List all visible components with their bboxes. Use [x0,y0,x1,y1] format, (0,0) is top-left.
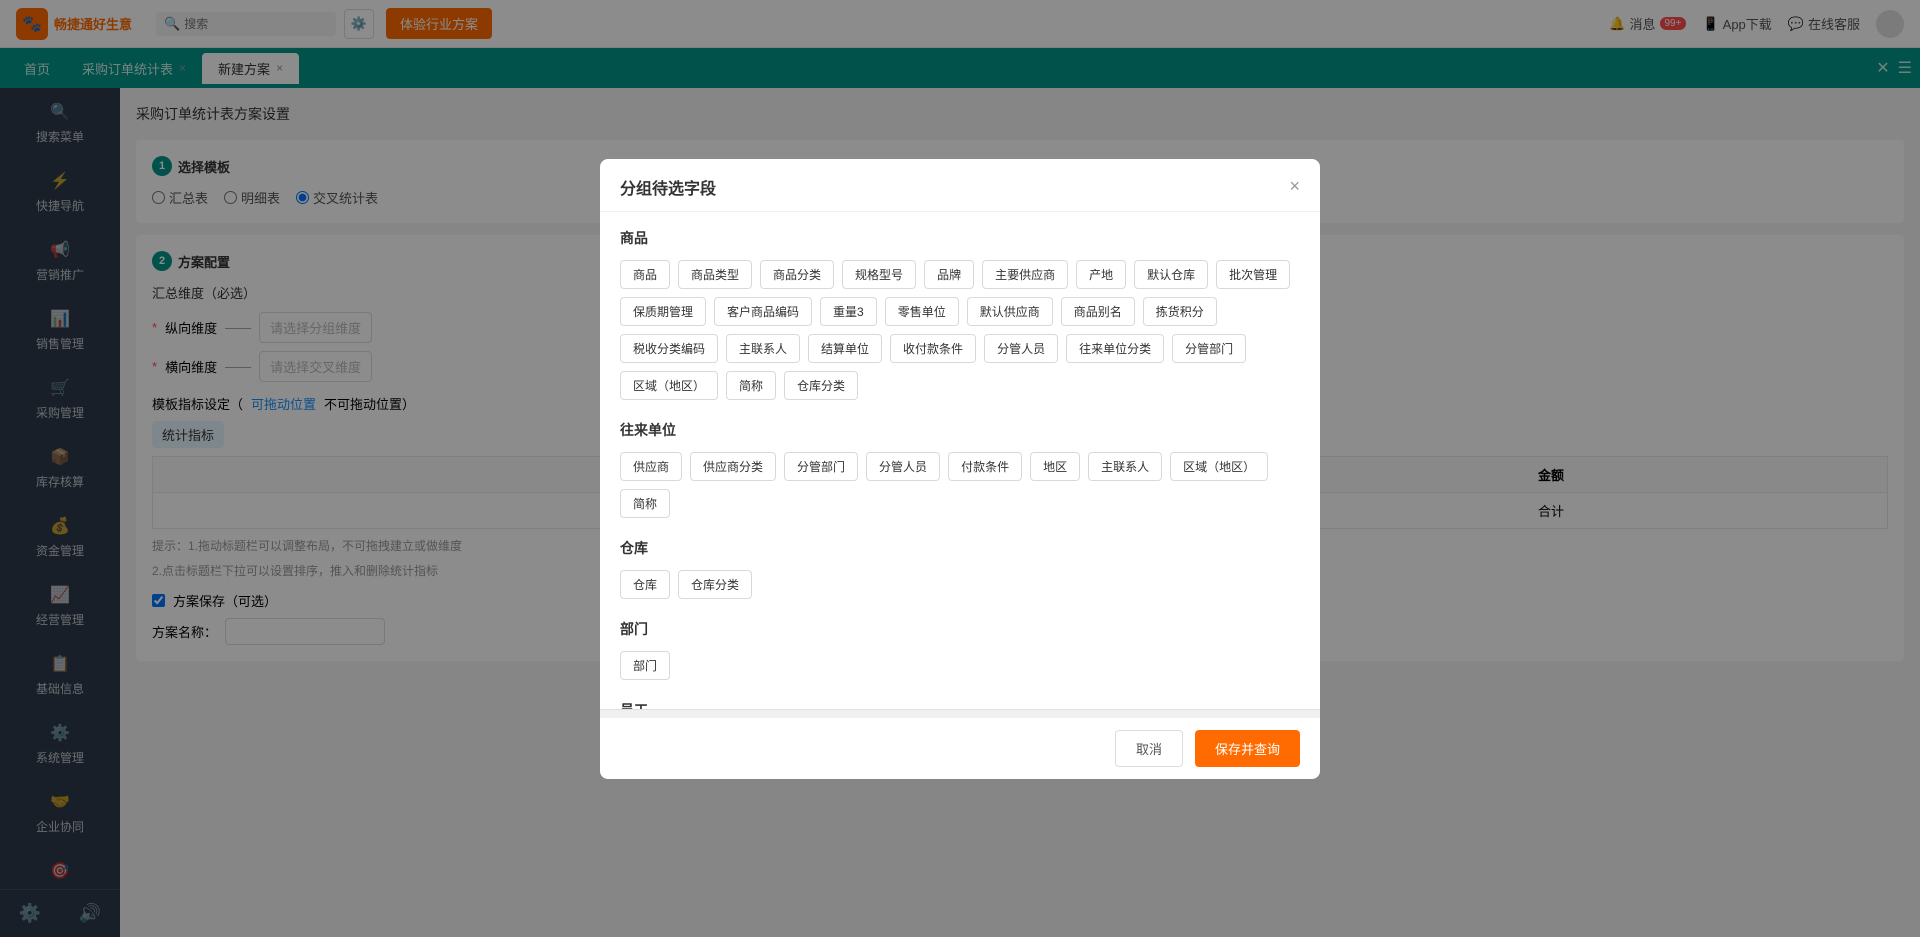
tag-short-name2[interactable]: 简称 [620,489,670,518]
tag-warehouse-category[interactable]: 仓库分类 [784,371,858,400]
section-department-title: 部门 [620,619,1300,639]
tag-manager2[interactable]: 分管人员 [866,452,940,481]
tag-default-supplier[interactable]: 默认供应商 [967,297,1053,326]
dialog-header: 分组待选字段 × [600,159,1320,212]
section-employee: 员工 业务员 [620,700,1300,710]
dialog-body: 商品 商品 商品类型 商品分类 规格型号 品牌 主要供应商 产地 默认仓库 批次… [600,212,1320,710]
tag-customer-code[interactable]: 客户商品编码 [714,297,812,326]
tag-main-contact2[interactable]: 主联系人 [1088,452,1162,481]
dialog-hscroll[interactable] [600,709,1320,716]
tag-manager[interactable]: 分管人员 [984,334,1058,363]
dialog-footer: 取消 保存并查询 [600,717,1320,779]
tag-dept[interactable]: 部门 [620,651,670,680]
dialog-close-button[interactable]: × [1289,176,1300,197]
tag-product[interactable]: 商品 [620,260,670,289]
section-counterparty-tags: 供应商 供应商分类 分管部门 分管人员 付款条件 地区 主联系人 区域（地区） … [620,452,1300,518]
tag-expiry-mgmt[interactable]: 保质期管理 [620,297,706,326]
section-employee-title: 员工 [620,700,1300,710]
tag-weight[interactable]: 重量3 [820,297,877,326]
tag-settlement-unit[interactable]: 结算单位 [808,334,882,363]
tag-payment-terms[interactable]: 收付款条件 [890,334,976,363]
tag-product-type[interactable]: 商品类型 [678,260,752,289]
tag-tax-code[interactable]: 税收分类编码 [620,334,718,363]
section-counterparty: 往来单位 供应商 供应商分类 分管部门 分管人员 付款条件 地区 主联系人 区域… [620,420,1300,518]
tag-spec-model[interactable]: 规格型号 [842,260,916,289]
section-product-title: 商品 [620,228,1300,248]
tag-brand[interactable]: 品牌 [924,260,974,289]
cancel-button[interactable]: 取消 [1115,730,1183,767]
tag-default-warehouse[interactable]: 默认仓库 [1134,260,1208,289]
tag-batch-mgmt[interactable]: 批次管理 [1216,260,1290,289]
tag-area[interactable]: 地区 [1030,452,1080,481]
tag-dept-manage2[interactable]: 分管部门 [784,452,858,481]
section-counterparty-title: 往来单位 [620,420,1300,440]
tag-main-supplier[interactable]: 主要供应商 [982,260,1068,289]
dialog-title: 分组待选字段 [620,175,716,199]
tag-supplier[interactable]: 供应商 [620,452,682,481]
section-warehouse: 仓库 仓库 仓库分类 [620,538,1300,599]
tag-product-category[interactable]: 商品分类 [760,260,834,289]
tag-supplier-category[interactable]: 供应商分类 [690,452,776,481]
field-select-dialog: 分组待选字段 × 商品 商品 商品类型 商品分类 规格型号 品牌 主要供应商 产… [600,159,1320,779]
tag-product-alias[interactable]: 商品别名 [1061,297,1135,326]
tag-warehouse-cat[interactable]: 仓库分类 [678,570,752,599]
tag-region-area[interactable]: 区域（地区） [620,371,718,400]
tag-dept-manage[interactable]: 分管部门 [1172,334,1246,363]
tag-retail-unit[interactable]: 零售单位 [885,297,959,326]
tag-main-contact[interactable]: 主联系人 [726,334,800,363]
section-warehouse-tags: 仓库 仓库分类 [620,570,1300,599]
tag-pick-points[interactable]: 拣货积分 [1143,297,1217,326]
section-warehouse-title: 仓库 [620,538,1300,558]
tag-counterparty-category[interactable]: 往来单位分类 [1066,334,1164,363]
tag-region-area2[interactable]: 区域（地区） [1170,452,1268,481]
section-product: 商品 商品 商品类型 商品分类 规格型号 品牌 主要供应商 产地 默认仓库 批次… [620,228,1300,400]
tag-origin[interactable]: 产地 [1076,260,1126,289]
section-product-tags: 商品 商品类型 商品分类 规格型号 品牌 主要供应商 产地 默认仓库 批次管理 … [620,260,1300,400]
tag-payment-condition[interactable]: 付款条件 [948,452,1022,481]
section-department-tags: 部门 [620,651,1300,680]
tag-warehouse[interactable]: 仓库 [620,570,670,599]
confirm-button[interactable]: 保存并查询 [1195,730,1300,767]
section-department: 部门 部门 [620,619,1300,680]
tag-short-name[interactable]: 简称 [726,371,776,400]
dialog-overlay: 分组待选字段 × 商品 商品 商品类型 商品分类 规格型号 品牌 主要供应商 产… [0,0,1920,937]
